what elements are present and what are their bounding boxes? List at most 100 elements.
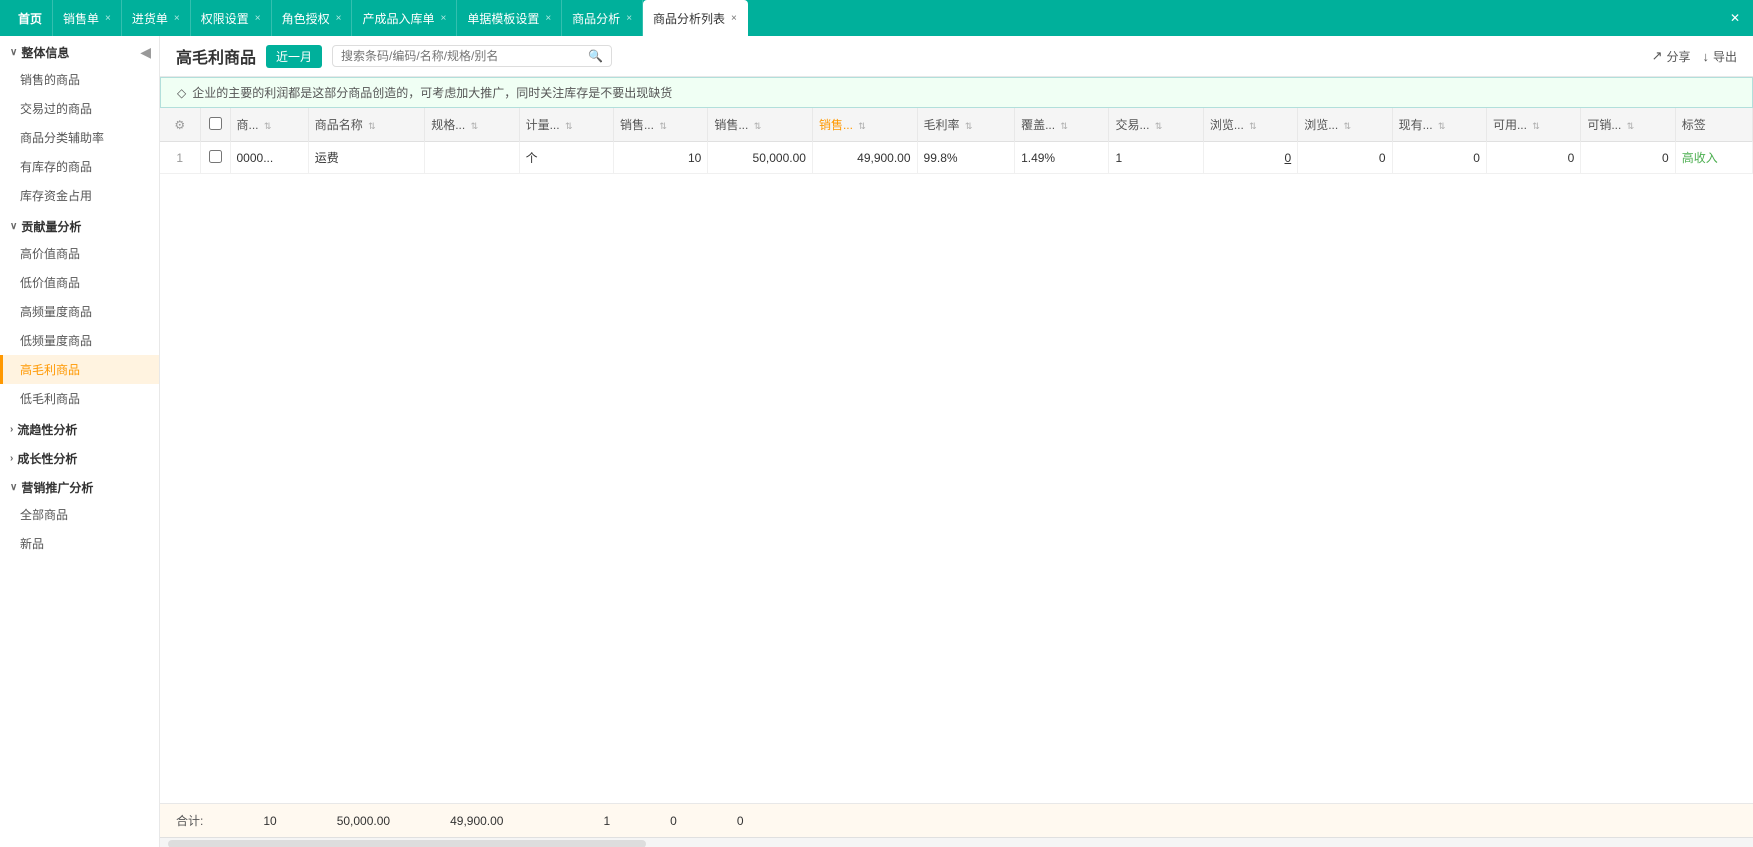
cell-tag: 高收入 bbox=[1675, 142, 1752, 174]
nav-tab-template-close[interactable]: × bbox=[545, 13, 551, 24]
col-salescost-header[interactable]: 销售... ⇅ bbox=[812, 108, 917, 142]
sidebar-group-growth[interactable]: › 成长性分析 bbox=[0, 442, 159, 471]
nav-tab-analysis-list[interactable]: 商品分析列表 × bbox=[643, 0, 748, 36]
sidebar-group-marketing-label: 营销推广分析 bbox=[21, 479, 93, 496]
col-name-sort[interactable]: ⇅ bbox=[368, 121, 376, 131]
nav-tab-sales-close[interactable]: × bbox=[105, 13, 111, 24]
col-marginrate-header[interactable]: 毛利率 ⇅ bbox=[917, 108, 1015, 142]
share-button[interactable]: ↗ 分享 bbox=[1652, 48, 1691, 65]
nav-tab-product-in-close[interactable]: × bbox=[440, 13, 446, 24]
sidebar-item-new-goods[interactable]: 新品 bbox=[0, 529, 159, 558]
nav-tab-role[interactable]: 角色授权 × bbox=[272, 0, 353, 36]
col-spec-header[interactable]: 规格... ⇅ bbox=[425, 108, 519, 142]
nav-tab-analysis[interactable]: 商品分析 × bbox=[562, 0, 643, 36]
sidebar-group-overall[interactable]: ∨ 整体信息 bbox=[0, 36, 159, 65]
col-available-header[interactable]: 可用... ⇅ bbox=[1486, 108, 1580, 142]
col-saleable-header[interactable]: 可销... ⇅ bbox=[1581, 108, 1675, 142]
col-saleable-sort[interactable]: ⇅ bbox=[1627, 121, 1635, 131]
time-filter-button[interactable]: 近一月 bbox=[266, 45, 322, 68]
content-area: 高毛利商品 近一月 🔍 ↗ 分享 ↓ 导出 ◇ 企业的主 bbox=[160, 36, 1753, 847]
col-trade-header[interactable]: 交易... ⇅ bbox=[1109, 108, 1203, 142]
col-browse2-sort[interactable]: ⇅ bbox=[1344, 121, 1352, 131]
cell-salesamt: 50,000.00 bbox=[708, 142, 813, 174]
cell-browse1[interactable]: 0 bbox=[1203, 142, 1297, 174]
sidebar-item-high-freq[interactable]: 高频量度商品 bbox=[0, 297, 159, 326]
sidebar-item-high-value[interactable]: 高价值商品 bbox=[0, 239, 159, 268]
row-checkbox[interactable] bbox=[209, 150, 222, 163]
col-browse1-sort[interactable]: ⇅ bbox=[1249, 121, 1257, 131]
sidebar-item-low-freq[interactable]: 低频量度商品 bbox=[0, 326, 159, 355]
col-name-header[interactable]: 商品名称 ⇅ bbox=[308, 108, 424, 142]
sidebar-group-wealth[interactable]: ∨ 贡献量分析 bbox=[0, 210, 159, 239]
select-all-checkbox[interactable] bbox=[209, 117, 222, 130]
col-coverage-sort[interactable]: ⇅ bbox=[1060, 121, 1068, 131]
nav-tab-role-close[interactable]: × bbox=[336, 13, 342, 24]
nav-tab-permission-close[interactable]: × bbox=[255, 13, 261, 24]
cell-browse2: 0 bbox=[1298, 142, 1392, 174]
sidebar-collapse-button[interactable]: ◀ bbox=[140, 44, 151, 61]
sidebar-item-low-margin[interactable]: 低毛利商品 bbox=[0, 384, 159, 413]
nav-tab-sales[interactable]: 销售单 × bbox=[53, 0, 122, 36]
horizontal-scrollbar[interactable] bbox=[160, 837, 1753, 847]
sidebar-group-marketing-arrow: ∨ bbox=[10, 482, 17, 493]
col-settings[interactable]: ⚙ bbox=[160, 108, 200, 142]
export-button[interactable]: ↓ 导出 bbox=[1702, 48, 1737, 65]
export-icon: ↓ bbox=[1702, 49, 1709, 64]
sidebar-group-trend-label: 流趋性分析 bbox=[17, 421, 77, 438]
nav-tab-purchase-close[interactable]: × bbox=[174, 13, 180, 24]
share-icon: ↗ bbox=[1652, 48, 1663, 64]
sidebar-item-analysis-assist[interactable]: 商品分类辅助率 bbox=[0, 123, 159, 152]
cell-check[interactable] bbox=[200, 142, 230, 174]
nav-tab-analysis-close[interactable]: × bbox=[626, 13, 632, 24]
col-marginrate-sort[interactable]: ⇅ bbox=[965, 121, 973, 131]
footer-trade: 1 bbox=[603, 814, 610, 828]
search-icon[interactable]: 🔍 bbox=[588, 49, 603, 63]
col-coverage-header[interactable]: 覆盖... ⇅ bbox=[1015, 108, 1109, 142]
nav-tab-purchase[interactable]: 进货单 × bbox=[122, 0, 191, 36]
sidebar: ◀ ∨ 整体信息 销售的商品 交易过的商品 商品分类辅助率 有库存的商品 库存资… bbox=[0, 36, 160, 847]
sidebar-group-marketing[interactable]: ∨ 营销推广分析 bbox=[0, 471, 159, 500]
search-input[interactable] bbox=[341, 49, 584, 63]
col-salesqty-sort[interactable]: ⇅ bbox=[659, 121, 667, 131]
col-salesamt-header[interactable]: 销售... ⇅ bbox=[708, 108, 813, 142]
footer-salescost: 49,900.00 bbox=[450, 814, 503, 828]
sidebar-group-trend[interactable]: › 流趋性分析 bbox=[0, 413, 159, 442]
close-all-button[interactable]: ✕ bbox=[1717, 0, 1753, 36]
nav-tab-permission[interactable]: 权限设置 × bbox=[191, 0, 272, 36]
sidebar-item-traded-goods[interactable]: 交易过的商品 bbox=[0, 94, 159, 123]
col-tag-header[interactable]: 标签 bbox=[1675, 108, 1752, 142]
col-salescost-sort[interactable]: ⇅ bbox=[858, 121, 866, 131]
nav-tab-home[interactable]: 首页 bbox=[8, 0, 53, 36]
col-unit-sort[interactable]: ⇅ bbox=[565, 121, 573, 131]
col-salesamt-sort[interactable]: ⇅ bbox=[754, 121, 762, 131]
sidebar-item-stock-occupied[interactable]: 库存资金占用 bbox=[0, 181, 159, 210]
nav-tab-home-label: 首页 bbox=[18, 10, 42, 27]
col-spec-sort[interactable]: ⇅ bbox=[471, 121, 479, 131]
cell-unit: 个 bbox=[519, 142, 613, 174]
col-code-sort[interactable]: ⇅ bbox=[264, 121, 272, 131]
notice-text: 企业的主要的利润都是这部分商品创造的，可考虑加大推广，同时关注库存是不要出现缺货 bbox=[192, 84, 672, 101]
col-stocknow-header[interactable]: 现有... ⇅ bbox=[1392, 108, 1486, 142]
sidebar-item-in-stock[interactable]: 有库存的商品 bbox=[0, 152, 159, 181]
col-unit-header[interactable]: 计量... ⇅ bbox=[519, 108, 613, 142]
sidebar-item-low-value[interactable]: 低价值商品 bbox=[0, 268, 159, 297]
search-box[interactable]: 🔍 bbox=[332, 45, 612, 67]
col-available-sort[interactable]: ⇅ bbox=[1532, 121, 1540, 131]
col-browse2-header[interactable]: 浏览... ⇅ bbox=[1298, 108, 1392, 142]
sidebar-item-all-goods[interactable]: 全部商品 bbox=[0, 500, 159, 529]
notice-icon: ◇ bbox=[177, 86, 186, 100]
col-browse1-header[interactable]: 浏览... ⇅ bbox=[1203, 108, 1297, 142]
sidebar-item-sales-goods[interactable]: 销售的商品 bbox=[0, 65, 159, 94]
cell-coverage: 1.49% bbox=[1015, 142, 1109, 174]
col-salesqty-header[interactable]: 销售... ⇅ bbox=[613, 108, 707, 142]
sidebar-item-high-margin[interactable]: 高毛利商品 bbox=[0, 355, 159, 384]
nav-tab-product-in[interactable]: 产成品入库单 × bbox=[352, 0, 457, 36]
col-stocknow-sort[interactable]: ⇅ bbox=[1438, 121, 1446, 131]
nav-tab-analysis-list-close[interactable]: × bbox=[731, 13, 737, 24]
settings-icon[interactable]: ⚙ bbox=[174, 118, 185, 132]
nav-tab-template[interactable]: 单据模板设置 × bbox=[457, 0, 562, 36]
cell-seq: 1 bbox=[160, 142, 200, 174]
col-check[interactable] bbox=[200, 108, 230, 142]
col-trade-sort[interactable]: ⇅ bbox=[1155, 121, 1163, 131]
col-code-header[interactable]: 商... ⇅ bbox=[230, 108, 308, 142]
